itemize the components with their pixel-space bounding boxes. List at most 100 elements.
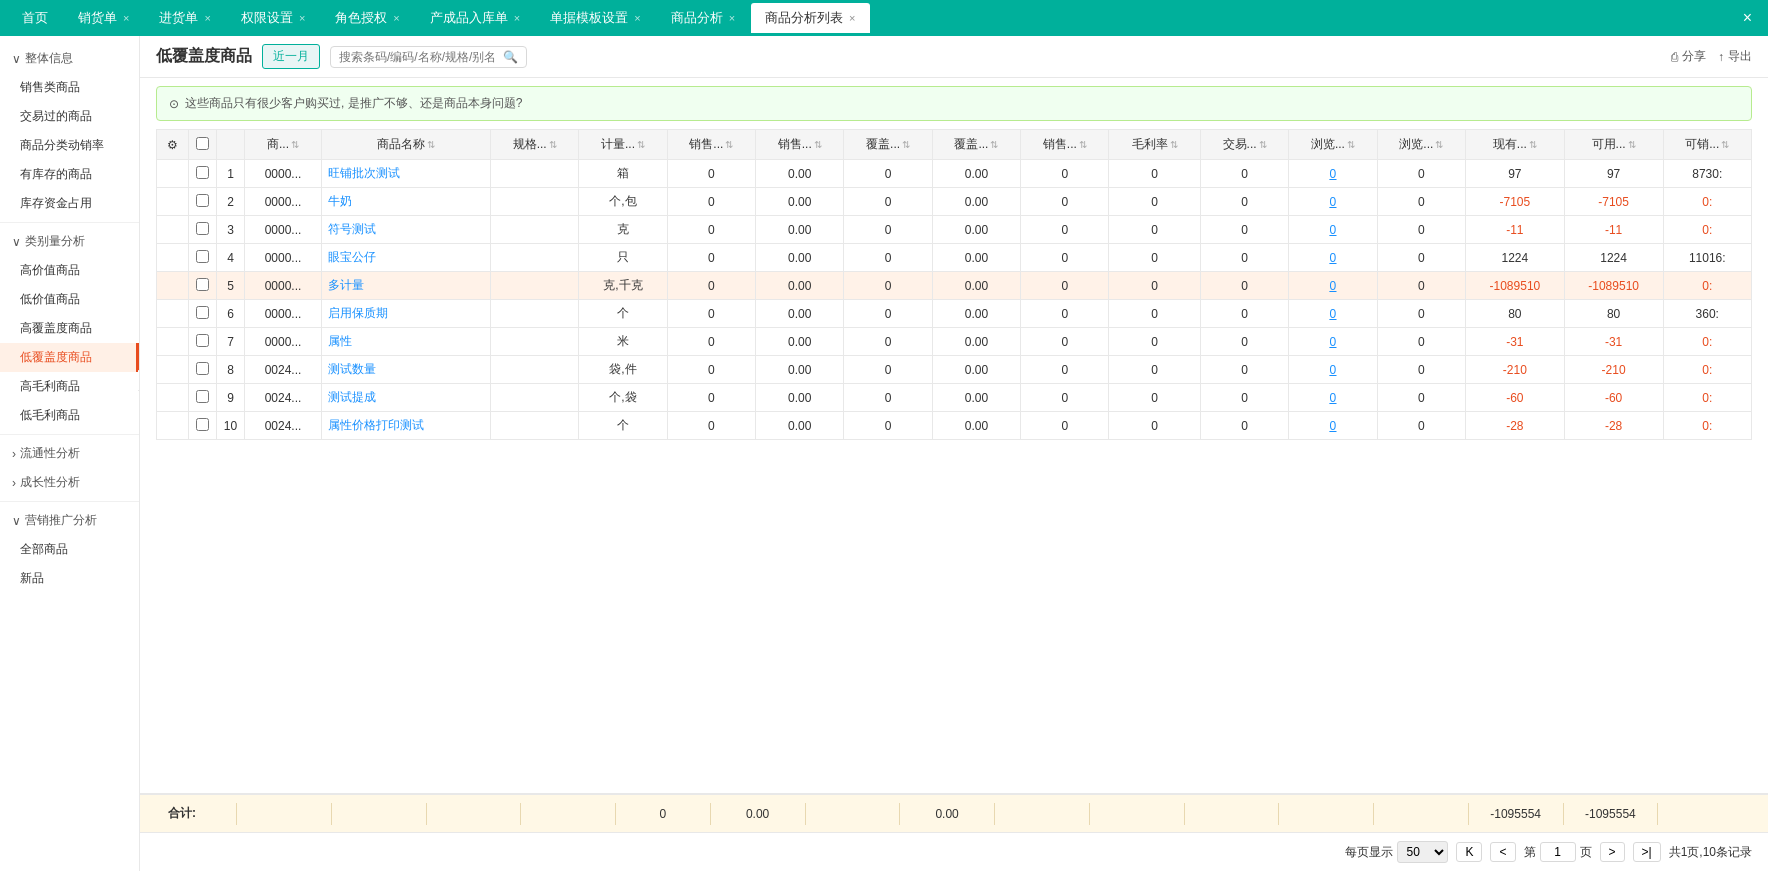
row-select-4[interactable] — [196, 278, 209, 291]
filter-recent-month-button[interactable]: 近一月 — [262, 44, 320, 69]
tab-purchase[interactable]: 进货单 × — [145, 3, 224, 33]
tab-sales[interactable]: 销货单 × — [64, 3, 143, 33]
close-tab-analysis[interactable]: × — [729, 12, 735, 24]
tab-roles[interactable]: 角色授权 × — [321, 3, 413, 33]
col-sales-qty-header[interactable]: 销售...⇅ — [667, 130, 755, 160]
sidebar-item-low-coverage[interactable]: 低覆盖度商品 — [0, 343, 139, 372]
sidebar-item-low-value[interactable]: 低价值商品 — [0, 285, 139, 314]
row-select-1[interactable] — [196, 194, 209, 207]
nav-close-button[interactable]: × — [1735, 5, 1760, 31]
col-cov1-header[interactable]: 覆盖...⇅ — [844, 130, 932, 160]
row-checkbox-7[interactable] — [189, 356, 217, 384]
row-browse1-9[interactable]: 0 — [1289, 412, 1377, 440]
close-tab-purchase[interactable]: × — [204, 12, 210, 24]
row-name-2[interactable]: 符号测试 — [322, 216, 491, 244]
row-name-0[interactable]: 旺铺批次测试 — [322, 160, 491, 188]
row-checkbox-3[interactable] — [189, 244, 217, 272]
last-page-button[interactable]: >| — [1633, 842, 1661, 862]
sidebar-item-high-coverage[interactable]: 高覆盖度商品 — [0, 314, 139, 343]
row-checkbox-0[interactable] — [189, 160, 217, 188]
row-browse1-0[interactable]: 0 — [1289, 160, 1377, 188]
row-name-8[interactable]: 测试提成 — [322, 384, 491, 412]
row-name-7[interactable]: 测试数量 — [322, 356, 491, 384]
row-name-5[interactable]: 启用保质期 — [322, 300, 491, 328]
close-tab-analysis-list[interactable]: × — [849, 12, 855, 24]
close-tab-permissions[interactable]: × — [299, 12, 305, 24]
col-cov2-header[interactable]: 覆盖...⇅ — [932, 130, 1020, 160]
row-name-1[interactable]: 牛奶 — [322, 188, 491, 216]
row-name-4[interactable]: 多计量 — [322, 272, 491, 300]
close-tab-sales[interactable]: × — [123, 12, 129, 24]
sidebar-item-sales-goods[interactable]: 销售类商品 — [0, 73, 139, 102]
sidebar-item-high-value[interactable]: 高价值商品 — [0, 256, 139, 285]
tab-home[interactable]: 首页 — [8, 3, 62, 33]
search-input[interactable] — [339, 50, 499, 64]
share-button[interactable]: ⎙ 分享 — [1671, 48, 1706, 65]
col-unit-header[interactable]: 计量...⇅ — [579, 130, 667, 160]
settings-icon[interactable]: ⚙ — [167, 138, 178, 152]
row-select-0[interactable] — [196, 166, 209, 179]
row-checkbox-1[interactable] — [189, 188, 217, 216]
col-sales-amt-header[interactable]: 销售...⇅ — [756, 130, 844, 160]
row-checkbox-9[interactable] — [189, 412, 217, 440]
sidebar-item-capital[interactable]: 库存资金占用 — [0, 189, 139, 218]
col-gross-rate-header[interactable]: 毛利率⇅ — [1109, 130, 1200, 160]
row-select-2[interactable] — [196, 222, 209, 235]
close-tab-templates[interactable]: × — [634, 12, 640, 24]
next-page-button[interactable]: > — [1600, 842, 1625, 862]
col-browse2-header[interactable]: 浏览...⇅ — [1377, 130, 1465, 160]
col-transaction-header[interactable]: 交易...⇅ — [1200, 130, 1288, 160]
row-name-6[interactable]: 属性 — [322, 328, 491, 356]
sidebar-item-inventory[interactable]: 有库存的商品 — [0, 160, 139, 189]
tab-templates[interactable]: 单据模板设置 × — [536, 3, 654, 33]
col-current-header[interactable]: 现有...⇅ — [1466, 130, 1565, 160]
tab-analysis-list[interactable]: 商品分析列表 × — [751, 3, 869, 33]
tab-analysis[interactable]: 商品分析 × — [657, 3, 749, 33]
sidebar-item-low-margin[interactable]: 低毛利商品 — [0, 401, 139, 430]
sidebar-section-growth[interactable]: › 成长性分析 — [0, 468, 139, 497]
sidebar-item-turnover-rate[interactable]: 商品分类动销率 — [0, 131, 139, 160]
close-tab-roles[interactable]: × — [393, 12, 399, 24]
row-select-9[interactable] — [196, 418, 209, 431]
row-select-6[interactable] — [196, 334, 209, 347]
select-all-checkbox[interactable] — [196, 137, 209, 150]
row-browse1-1[interactable]: 0 — [1289, 188, 1377, 216]
col-name-header[interactable]: 商品名称⇅ — [322, 130, 491, 160]
row-select-3[interactable] — [196, 250, 209, 263]
row-select-5[interactable] — [196, 306, 209, 319]
col-sellable-header[interactable]: 可销...⇅ — [1663, 130, 1752, 160]
row-name-3[interactable]: 眼宝公仔 — [322, 244, 491, 272]
tab-products[interactable]: 产成品入库单 × — [416, 3, 534, 33]
col-available-header[interactable]: 可用...⇅ — [1564, 130, 1663, 160]
prev-page-button[interactable]: < — [1490, 842, 1515, 862]
row-browse1-5[interactable]: 0 — [1289, 300, 1377, 328]
row-checkbox-8[interactable] — [189, 384, 217, 412]
row-select-8[interactable] — [196, 390, 209, 403]
export-button[interactable]: ↑ 导出 — [1718, 48, 1752, 65]
col-browse1-header[interactable]: 浏览...⇅ — [1289, 130, 1377, 160]
search-icon[interactable]: 🔍 — [503, 50, 518, 64]
row-browse1-4[interactable]: 0 — [1289, 272, 1377, 300]
row-browse1-3[interactable]: 0 — [1289, 244, 1377, 272]
col-sales-count-header[interactable]: 销售...⇅ — [1021, 130, 1109, 160]
close-tab-products[interactable]: × — [514, 12, 520, 24]
row-checkbox-6[interactable] — [189, 328, 217, 356]
row-browse1-7[interactable]: 0 — [1289, 356, 1377, 384]
col-settings[interactable]: ⚙ — [157, 130, 189, 160]
sidebar-item-new-goods[interactable]: 新品 — [0, 564, 139, 593]
first-page-button[interactable]: K — [1456, 842, 1482, 862]
row-select-7[interactable] — [196, 362, 209, 375]
col-code-header[interactable]: 商...⇅ — [245, 130, 322, 160]
sidebar-item-high-margin[interactable]: 高毛利商品 — [0, 372, 139, 401]
row-checkbox-4[interactable] — [189, 272, 217, 300]
sidebar-section-overall[interactable]: ∨ 整体信息 — [0, 44, 139, 73]
sidebar-item-all-goods[interactable]: 全部商品 — [0, 535, 139, 564]
row-browse1-2[interactable]: 0 — [1289, 216, 1377, 244]
sidebar-section-category[interactable]: ∨ 类别量分析 — [0, 227, 139, 256]
col-checkbox-header[interactable] — [189, 130, 217, 160]
row-browse1-8[interactable]: 0 — [1289, 384, 1377, 412]
row-browse1-6[interactable]: 0 — [1289, 328, 1377, 356]
col-spec-header[interactable]: 规格...⇅ — [490, 130, 578, 160]
row-checkbox-5[interactable] — [189, 300, 217, 328]
sidebar-section-marketing[interactable]: ∨ 营销推广分析 — [0, 506, 139, 535]
